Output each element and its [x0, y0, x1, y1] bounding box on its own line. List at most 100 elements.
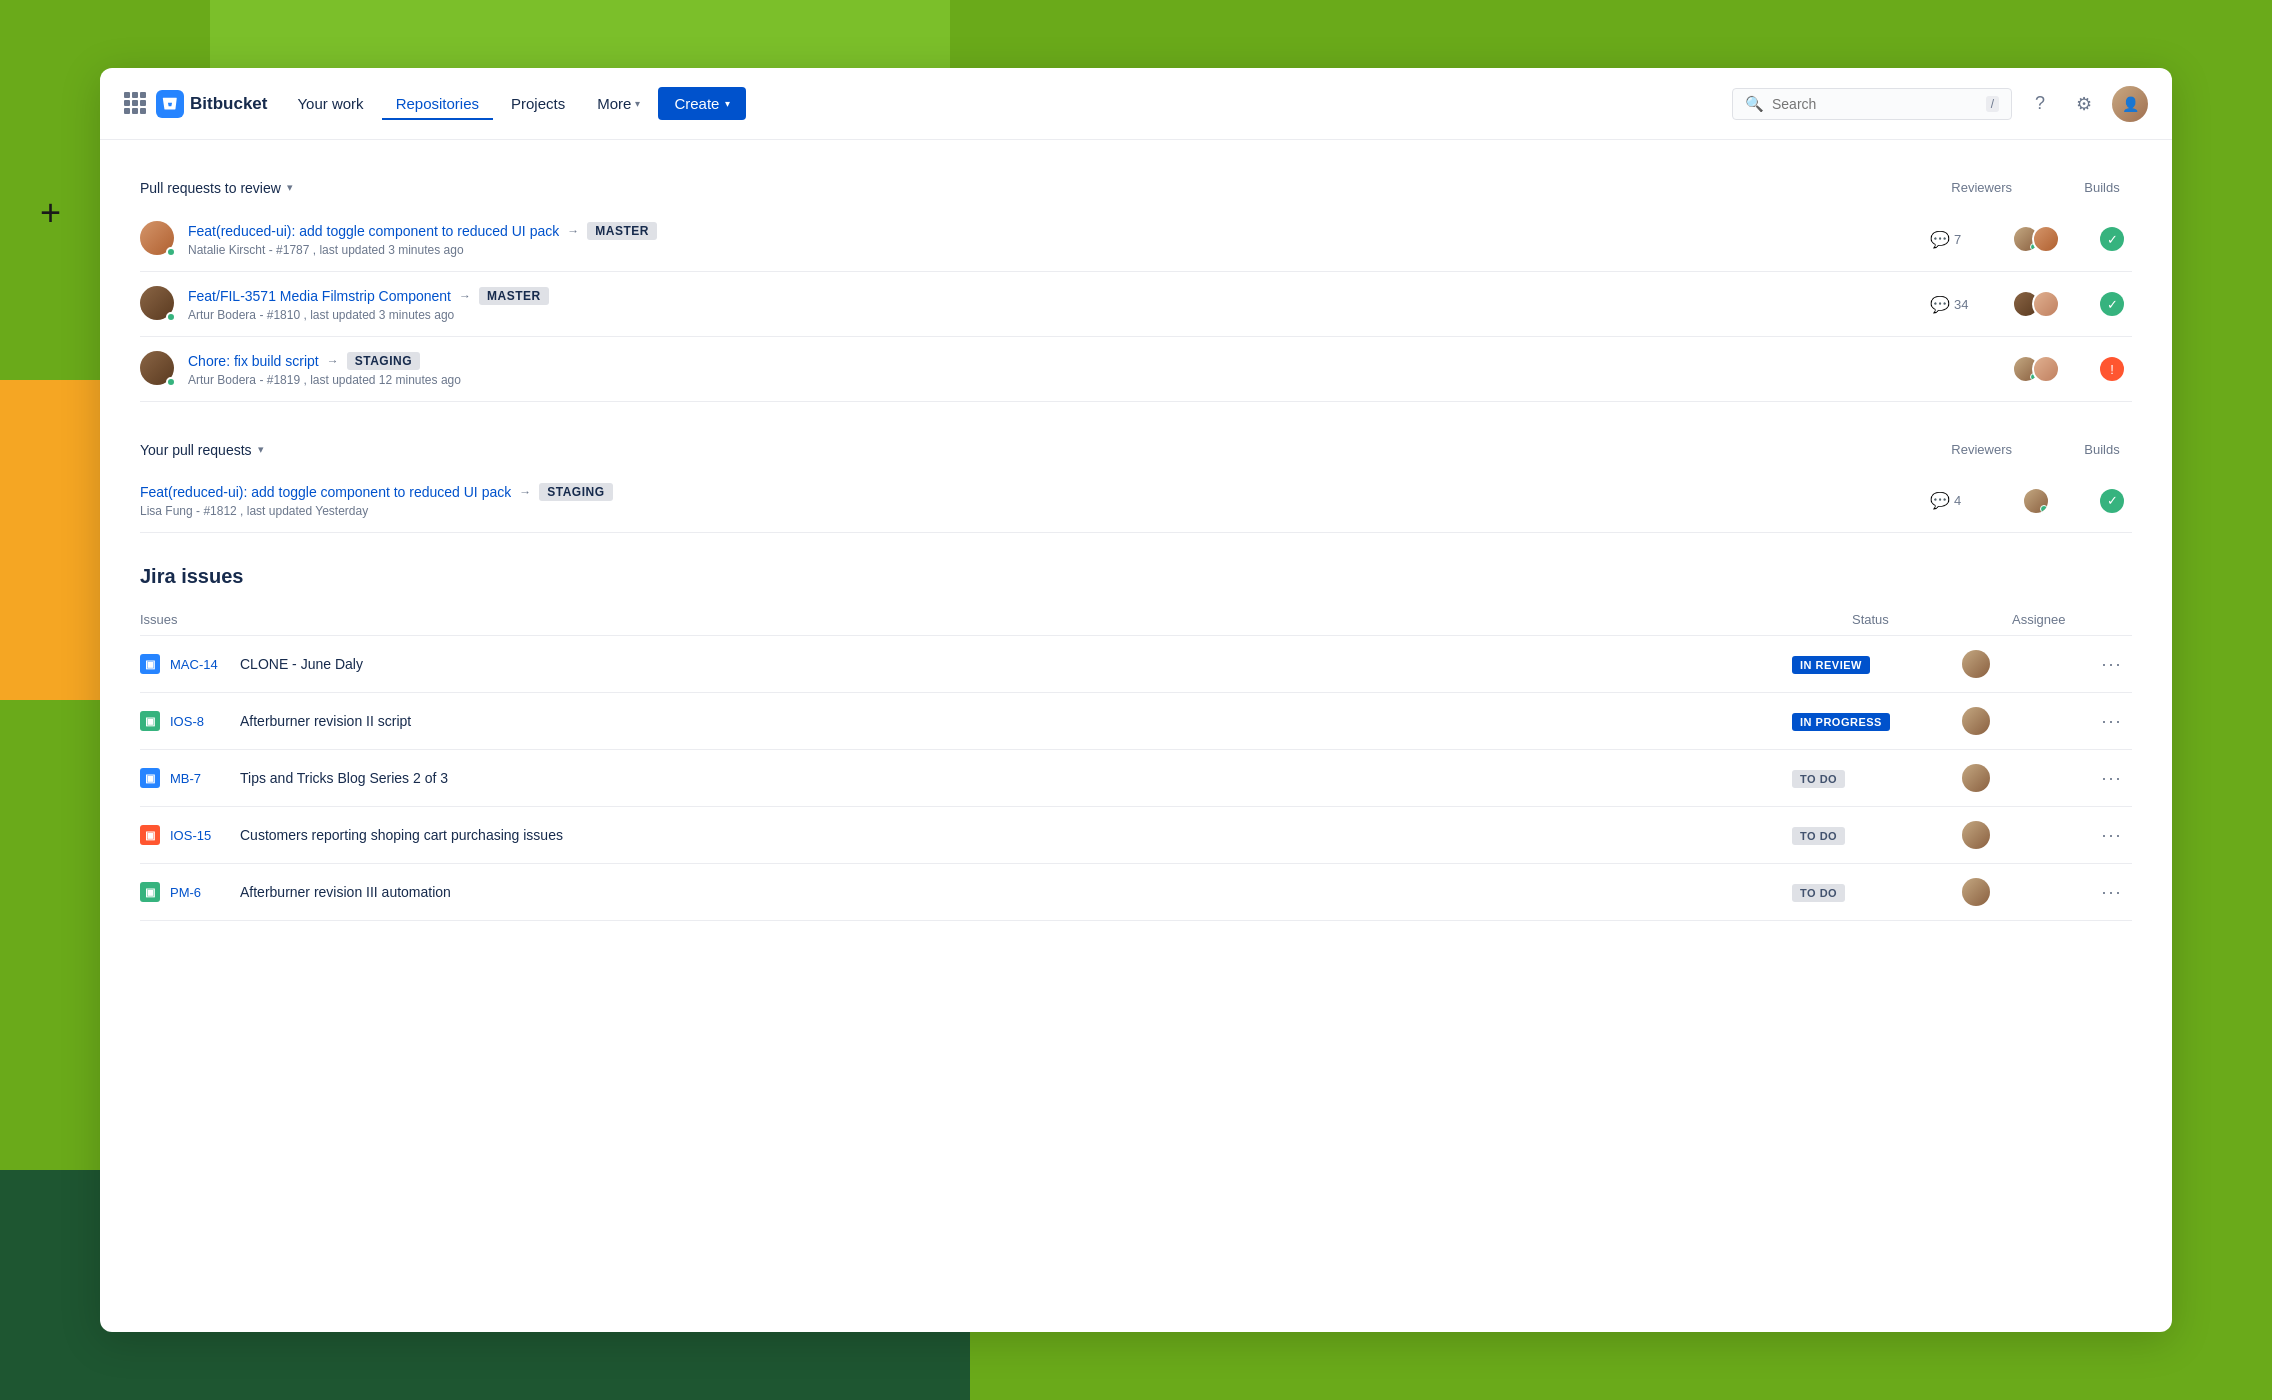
issue-more-button[interactable]: ···	[2092, 711, 2132, 732]
issue-more-button[interactable]: ···	[2092, 825, 2132, 846]
apps-icon[interactable]	[124, 92, 148, 116]
nav-more[interactable]: More ▾	[583, 87, 654, 120]
search-input[interactable]	[1772, 96, 1978, 112]
pr-title-row: Chore: fix build script → STAGING	[188, 352, 1918, 370]
pr-meta: Artur Bodera - #1819 , last updated 12 m…	[188, 373, 1918, 387]
pr-title[interactable]: Feat/FIL-3571 Media Filmstrip Component	[188, 288, 451, 304]
jira-section: Jira issues Issues Status Assignee ▣ MAC…	[140, 565, 2132, 921]
issue-more-button[interactable]: ···	[2092, 768, 2132, 789]
pr-arrow-icon: →	[519, 485, 531, 499]
issue-assignee	[1962, 650, 2082, 678]
jira-col-headers: Issues Status Assignee	[140, 604, 2132, 636]
status-badge: TO DO	[1792, 884, 1845, 902]
online-indicator	[166, 247, 176, 257]
settings-button[interactable]: ⚙	[2068, 88, 2100, 120]
issue-row: ▣ IOS-8 Afterburner revision II script I…	[140, 693, 2132, 750]
issue-more-button[interactable]: ···	[2092, 882, 2132, 903]
issue-type-icon: ▣	[140, 825, 160, 845]
bitbucket-text: Bitbucket	[190, 94, 267, 114]
pr-title[interactable]: Chore: fix build script	[188, 353, 319, 369]
pr-branch: MASTER	[479, 287, 549, 305]
status-badge: TO DO	[1792, 770, 1845, 788]
nav-logo[interactable]: Bitbucket	[156, 90, 267, 118]
issue-key[interactable]: PM-6	[170, 885, 230, 900]
pr-title-row: Feat/FIL-3571 Media Filmstrip Component …	[188, 287, 1918, 305]
col-assignee-label: Assignee	[2012, 612, 2132, 627]
pr-build: ✓	[2092, 227, 2132, 251]
pr-arrow-icon: →	[567, 224, 579, 238]
issue-assignee	[1962, 821, 2082, 849]
issue-assignee	[1962, 707, 2082, 735]
reviewer-avatar	[2022, 487, 2050, 515]
bitbucket-logo-icon	[156, 90, 184, 118]
issue-assignee	[1962, 764, 2082, 792]
nav-your-work[interactable]: Your work	[283, 87, 377, 120]
pr-comments: 💬 4	[1930, 491, 1980, 510]
online-indicator	[166, 377, 176, 387]
help-icon: ?	[2035, 93, 2045, 114]
issue-more-button[interactable]: ···	[2092, 654, 2132, 675]
issue-type-icon: ▣	[140, 768, 160, 788]
issue-title[interactable]: Tips and Tricks Blog Series 2 of 3	[240, 770, 1782, 786]
pr-row: Feat(reduced-ui): add toggle component t…	[140, 469, 2132, 533]
nav-repositories[interactable]: Repositories	[382, 87, 493, 120]
user-avatar[interactable]: 👤	[2112, 86, 2148, 122]
issue-key[interactable]: IOS-8	[170, 714, 230, 729]
issue-title[interactable]: Customers reporting shoping cart purchas…	[240, 827, 1782, 843]
pr-reviewers	[1996, 290, 2076, 318]
issue-assignee	[1962, 878, 2082, 906]
create-button[interactable]: Create ▾	[658, 87, 746, 120]
pr-branch: STAGING	[539, 483, 612, 501]
issue-status: TO DO	[1792, 883, 1952, 902]
pr-to-review-toggle[interactable]: Pull requests to review ▾	[140, 180, 293, 196]
content-area: Pull requests to review ▾ Reviewers Buil…	[100, 140, 2172, 1332]
assignee-avatar	[1962, 821, 1990, 849]
issue-title[interactable]: CLONE - June Daly	[240, 656, 1782, 672]
reviewer-stack	[2012, 225, 2060, 253]
comment-icon: 💬	[1930, 295, 1950, 314]
assignee-avatar	[1962, 707, 1990, 735]
your-pr-toggle[interactable]: Your pull requests ▾	[140, 442, 264, 458]
issue-key[interactable]: IOS-15	[170, 828, 230, 843]
col-reviewers-label: Reviewers	[1951, 442, 2012, 457]
issue-type-icon: ▣	[140, 882, 160, 902]
pr-arrow-icon: →	[459, 289, 471, 303]
main-card: Bitbucket Your work Repositories Project…	[100, 68, 2172, 1332]
pr-title[interactable]: Feat(reduced-ui): add toggle component t…	[188, 223, 559, 239]
nav-items: Your work Repositories Projects More ▾ C…	[283, 87, 1724, 120]
deco-plus-2: +	[40, 195, 61, 231]
search-bar[interactable]: 🔍 /	[1732, 88, 2012, 120]
issue-key[interactable]: MAC-14	[170, 657, 230, 672]
issue-title[interactable]: Afterburner revision II script	[240, 713, 1782, 729]
search-slash: /	[1986, 96, 1999, 112]
build-pass-icon: ✓	[2100, 227, 2124, 251]
pr-arrow-icon: →	[327, 354, 339, 368]
pr-info: Chore: fix build script → STAGING Artur …	[188, 352, 1918, 387]
nav-projects[interactable]: Projects	[497, 87, 579, 120]
jira-title: Jira issues	[140, 565, 2132, 588]
pr-build: !	[2092, 357, 2132, 381]
pr-info: Feat/FIL-3571 Media Filmstrip Component …	[188, 287, 1918, 322]
pr-right: !	[1930, 355, 2132, 383]
nav-logo-group: Bitbucket	[124, 90, 267, 118]
pr-reviewers	[1996, 355, 2076, 383]
pr-title-row: Feat(reduced-ui): add toggle component t…	[140, 483, 1918, 501]
col-issues-label: Issues	[140, 612, 1852, 627]
reviewer-online	[2040, 505, 2048, 513]
pr-comments: 💬 7	[1930, 230, 1980, 249]
nav-right: 🔍 / ? ⚙ 👤	[1732, 86, 2148, 122]
issue-type-icon: ▣	[140, 654, 160, 674]
issue-status: IN REVIEW	[1792, 655, 1952, 674]
pr-to-review-header: Pull requests to review ▾ Reviewers Buil…	[140, 164, 2132, 207]
issue-status: IN PROGRESS	[1792, 712, 1952, 731]
pr-meta: Artur Bodera - #1810 , last updated 3 mi…	[188, 308, 1918, 322]
help-button[interactable]: ?	[2024, 88, 2056, 120]
reviewer-avatar	[2032, 225, 2060, 253]
pr-right: 💬 34 ✓	[1930, 290, 2132, 318]
gear-icon: ⚙	[2076, 93, 2092, 115]
issue-key[interactable]: MB-7	[170, 771, 230, 786]
issue-title[interactable]: Afterburner revision III automation	[240, 884, 1782, 900]
pr-branch: STAGING	[347, 352, 420, 370]
pr-title[interactable]: Feat(reduced-ui): add toggle component t…	[140, 484, 511, 500]
build-fail-icon: !	[2100, 357, 2124, 381]
